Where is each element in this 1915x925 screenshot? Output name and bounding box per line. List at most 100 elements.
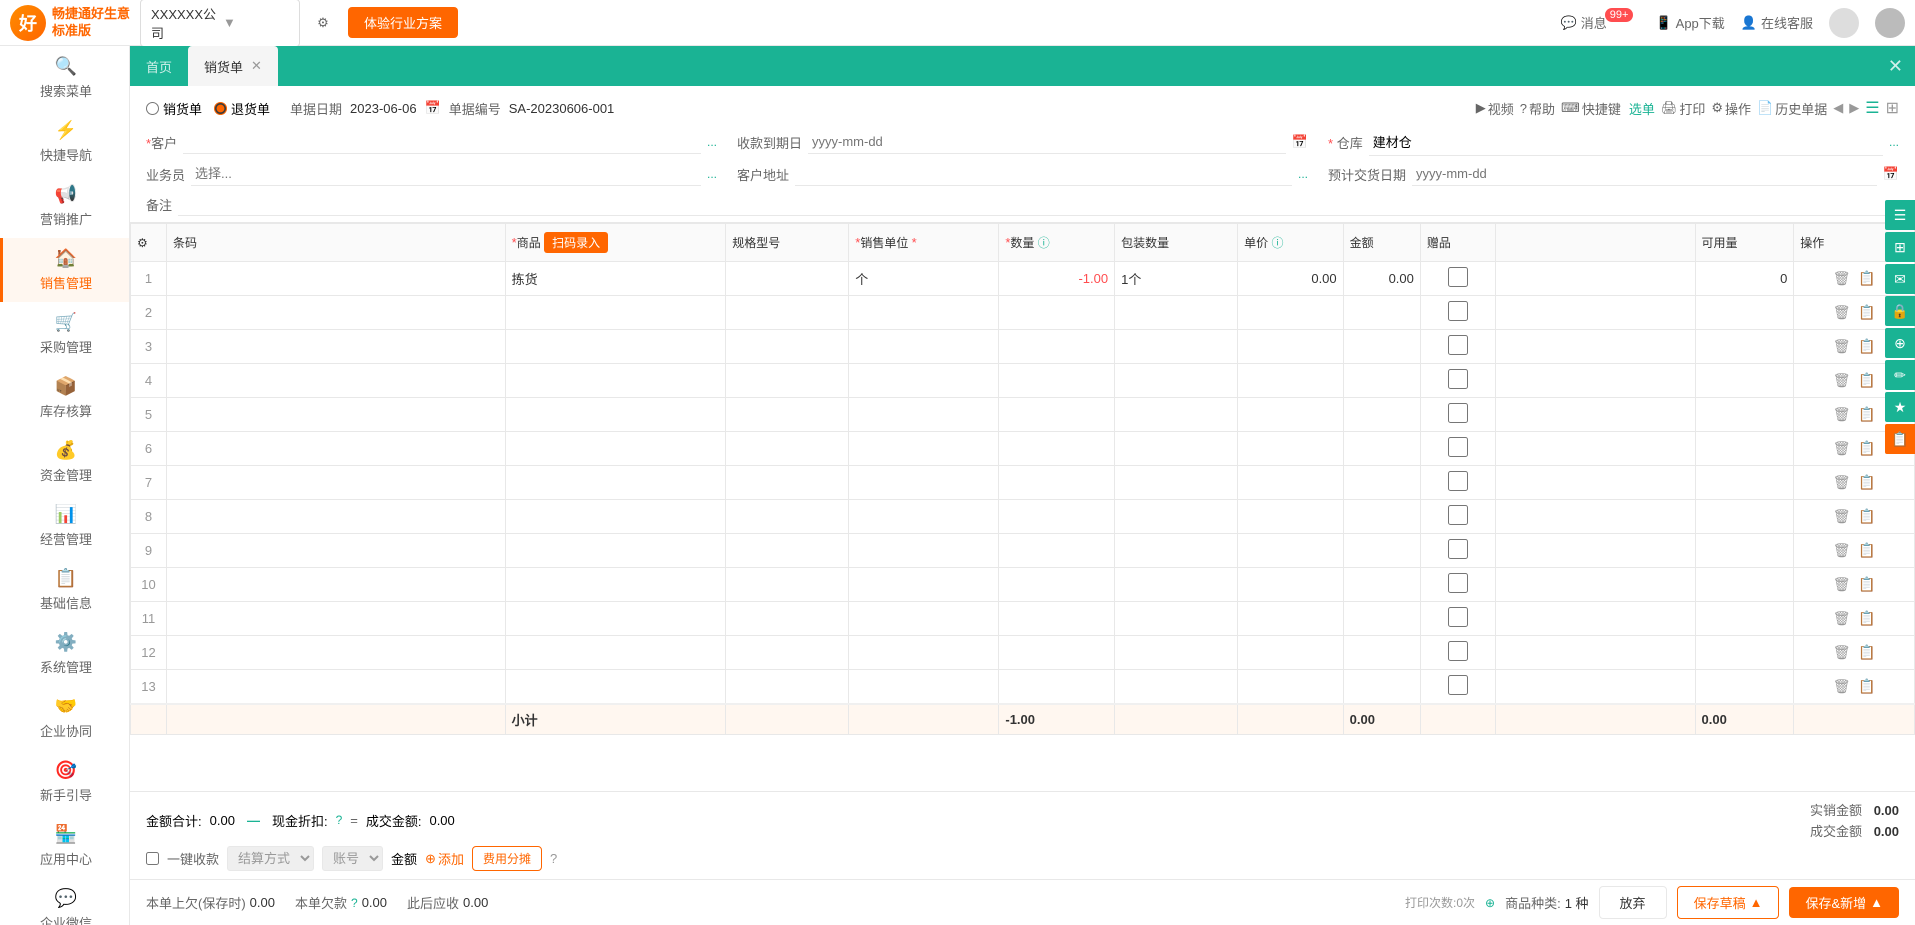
row-amount[interactable]: [1343, 364, 1420, 398]
row-amount[interactable]: [1343, 398, 1420, 432]
copy-button[interactable]: 📋: [1856, 438, 1877, 459]
print-link[interactable]: 🖨 打印: [1661, 99, 1706, 118]
row-price[interactable]: [1238, 636, 1344, 670]
row-spec[interactable]: [726, 602, 849, 636]
due-date-input[interactable]: [808, 130, 1286, 154]
price-info-icon[interactable]: ⓘ: [1271, 236, 1283, 250]
scan-button[interactable]: 扫码录入: [544, 232, 608, 253]
row-product[interactable]: [505, 364, 726, 398]
customer-more-icon[interactable]: ...: [707, 135, 717, 149]
sidebar-item-search[interactable]: 🔍 搜索菜单: [0, 46, 129, 110]
trial-button[interactable]: 体验行业方案: [348, 7, 458, 38]
row-pack-qty[interactable]: [1115, 398, 1238, 432]
copy-button[interactable]: 📋: [1856, 370, 1877, 391]
row-gift[interactable]: [1420, 262, 1495, 296]
row-unit[interactable]: [849, 432, 999, 466]
row-barcode[interactable]: [167, 296, 506, 330]
row-spec[interactable]: [726, 296, 849, 330]
row-gift[interactable]: [1420, 500, 1495, 534]
row-spec[interactable]: [726, 432, 849, 466]
row-pack-qty[interactable]: [1115, 636, 1238, 670]
delete-button[interactable]: 🗑: [1831, 336, 1853, 357]
row-quantity[interactable]: -1.00: [999, 262, 1115, 296]
row-unit[interactable]: [849, 330, 999, 364]
delete-button[interactable]: 🗑: [1831, 472, 1853, 493]
row-amount[interactable]: [1343, 670, 1420, 705]
row-amount[interactable]: [1343, 534, 1420, 568]
row-pack-qty[interactable]: [1115, 466, 1238, 500]
row-unit[interactable]: [849, 398, 999, 432]
grid-view-icon[interactable]: ⊞: [1886, 98, 1899, 118]
next-icon[interactable]: ▶: [1849, 100, 1859, 116]
delete-button[interactable]: 🗑: [1831, 540, 1853, 561]
row-gift[interactable]: [1420, 398, 1495, 432]
help-link[interactable]: ? 帮助: [1520, 99, 1555, 118]
row-price[interactable]: [1238, 602, 1344, 636]
float-panel8[interactable]: 📋: [1885, 424, 1915, 454]
row-gift[interactable]: [1420, 330, 1495, 364]
row-barcode[interactable]: [167, 364, 506, 398]
sidebar-item-base[interactable]: 📋 基础信息: [0, 558, 129, 622]
delete-button[interactable]: 🗑: [1831, 608, 1853, 629]
row-unit[interactable]: [849, 466, 999, 500]
row-product[interactable]: [505, 466, 726, 500]
row-price[interactable]: [1238, 466, 1344, 500]
row-pack-qty[interactable]: [1115, 432, 1238, 466]
row-quantity[interactable]: [999, 432, 1115, 466]
float-panel5[interactable]: ⊕: [1885, 328, 1915, 358]
quantity-info-icon[interactable]: ⓘ: [1038, 236, 1050, 250]
add-button[interactable]: ⊕ 添加: [425, 849, 464, 868]
message-button[interactable]: 💬 消息 99+: [1561, 13, 1640, 32]
delete-button[interactable]: 🗑: [1831, 574, 1853, 595]
row-pack-qty[interactable]: [1115, 330, 1238, 364]
row-pack-qty[interactable]: [1115, 296, 1238, 330]
video-link[interactable]: ▶ 视频: [1476, 99, 1514, 118]
tab-close-icon[interactable]: ✕: [251, 58, 262, 74]
row-product[interactable]: 拣货: [505, 262, 726, 296]
row-quantity[interactable]: [999, 636, 1115, 670]
tab-close-all-button[interactable]: ✕: [1876, 56, 1915, 77]
debt-info-icon[interactable]: ?: [351, 896, 358, 910]
row-spec[interactable]: [726, 568, 849, 602]
row-quantity[interactable]: [999, 364, 1115, 398]
row-product[interactable]: [505, 534, 726, 568]
delete-button[interactable]: 🗑: [1831, 404, 1853, 425]
row-unit[interactable]: [849, 568, 999, 602]
float-panel1[interactable]: ☰: [1885, 200, 1915, 230]
row-quantity[interactable]: [999, 500, 1115, 534]
row-barcode[interactable]: [167, 636, 506, 670]
row-gift[interactable]: [1420, 296, 1495, 330]
row-price[interactable]: [1238, 364, 1344, 398]
sidebar-item-inventory[interactable]: 📦 库存核算: [0, 366, 129, 430]
app-download-button[interactable]: 📱 App下载: [1655, 13, 1724, 32]
row-unit[interactable]: [849, 534, 999, 568]
row-pack-qty[interactable]: [1115, 534, 1238, 568]
copy-button[interactable]: 📋: [1856, 302, 1877, 323]
row-amount[interactable]: [1343, 296, 1420, 330]
row-pack-qty[interactable]: 1个: [1115, 262, 1238, 296]
row-barcode[interactable]: [167, 602, 506, 636]
row-product[interactable]: [505, 568, 726, 602]
settings-gear-button[interactable]: ⚙: [308, 8, 338, 38]
sidebar-item-wechat[interactable]: 💬 企业微信: [0, 878, 129, 925]
row-amount[interactable]: [1343, 466, 1420, 500]
avatar[interactable]: [1829, 8, 1859, 38]
row-unit[interactable]: [849, 602, 999, 636]
row-unit[interactable]: [849, 670, 999, 705]
row-quantity[interactable]: [999, 534, 1115, 568]
row-barcode[interactable]: [167, 568, 506, 602]
avatar2[interactable]: [1875, 8, 1905, 38]
row-spec[interactable]: [726, 466, 849, 500]
row-price[interactable]: [1238, 398, 1344, 432]
row-gift[interactable]: [1420, 636, 1495, 670]
address-more-icon[interactable]: ...: [1298, 167, 1308, 181]
row-gift[interactable]: [1420, 602, 1495, 636]
row-product[interactable]: [505, 330, 726, 364]
salesman-input[interactable]: [191, 162, 701, 186]
copy-button[interactable]: 📋: [1856, 676, 1877, 697]
sidebar-item-quick-nav[interactable]: ⚡ 快捷导航: [0, 110, 129, 174]
row-product[interactable]: [505, 636, 726, 670]
row-price[interactable]: [1238, 568, 1344, 602]
row-price[interactable]: [1238, 500, 1344, 534]
copy-button[interactable]: 📋: [1856, 642, 1877, 663]
